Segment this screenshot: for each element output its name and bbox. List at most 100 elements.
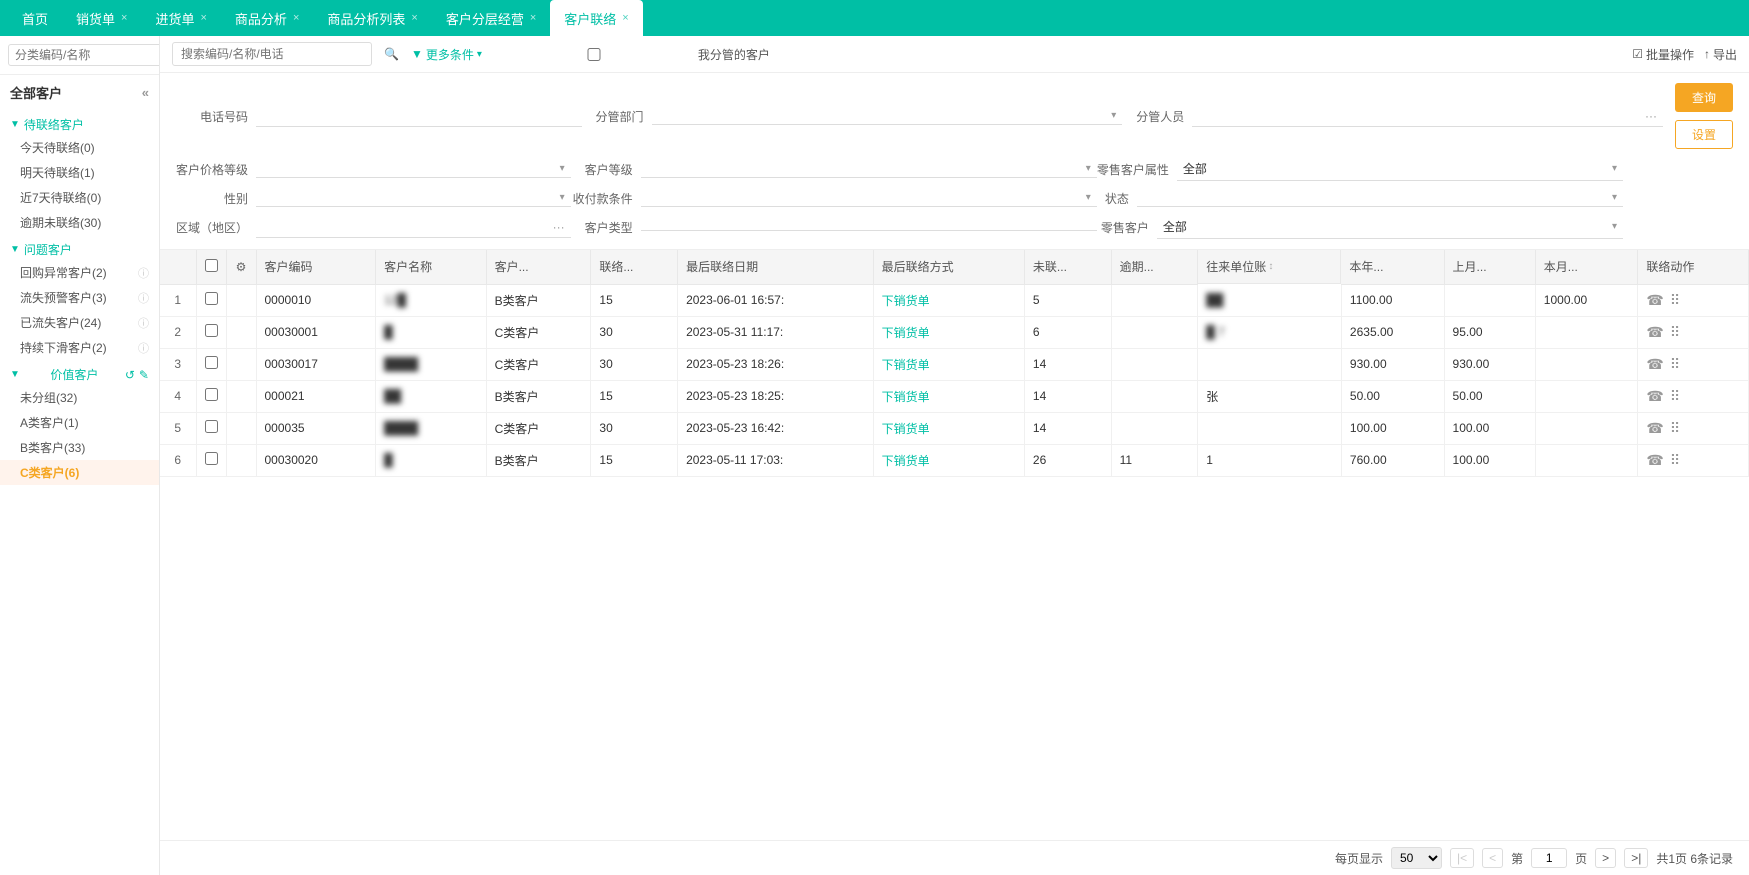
cell-current-month	[1535, 412, 1638, 444]
search-button[interactable]: 🔍	[384, 47, 399, 61]
cell-last-month: 100.00	[1444, 444, 1535, 476]
sidebar-search-input[interactable]	[8, 44, 160, 66]
contact-method-link[interactable]: 下销货单	[882, 390, 930, 404]
close-customer-contact-icon[interactable]: ×	[622, 12, 628, 24]
payment-select[interactable]: ▾	[641, 189, 1097, 207]
region-select[interactable]: ···	[256, 217, 571, 238]
row-checkbox[interactable]	[205, 292, 218, 305]
more-action-icon[interactable]: ⠿	[1670, 324, 1680, 341]
contact-method-link[interactable]: 下销货单	[882, 454, 930, 468]
my-customers-checkbox[interactable]: 我分管的客户	[494, 46, 770, 63]
sidebar-item-class-a[interactable]: A类客户(1)	[0, 410, 159, 435]
contact-method-link[interactable]: 下销货单	[882, 422, 930, 436]
nav-product-analysis-list[interactable]: 商品分析列表 ×	[313, 0, 431, 36]
collapse-icon[interactable]: «	[142, 85, 149, 100]
nav-purchase[interactable]: 进货单 ×	[141, 0, 220, 36]
phone-action-icon[interactable]: ☎	[1646, 292, 1663, 309]
nav-sales[interactable]: 销货单 ×	[62, 0, 141, 36]
close-product-analysis-icon[interactable]: ×	[293, 12, 299, 24]
phone-action-icon[interactable]: ☎	[1646, 388, 1663, 405]
sidebar-item-class-c[interactable]: C类客户(6)	[0, 460, 159, 485]
last-page-btn[interactable]: >|	[1624, 848, 1648, 868]
sidebar-item-overdue[interactable]: 逾期未联络(30)	[0, 210, 159, 235]
cell-name: █	[376, 444, 486, 476]
sidebar-item-tomorrow[interactable]: 明天待联络(1)	[0, 160, 159, 185]
sidebar-all-customers[interactable]: 全部客户 «	[0, 75, 159, 110]
row-checkbox[interactable]	[205, 388, 218, 401]
cell-type: C类客户	[486, 348, 591, 380]
status-select[interactable]: ▾	[1137, 189, 1623, 207]
sidebar-item-7days[interactable]: 近7天待联络(0)	[0, 185, 159, 210]
customer-type-select[interactable]	[641, 224, 1097, 231]
sidebar-item-churned[interactable]: 已流失客户(24) ⓘ	[0, 310, 159, 335]
retail-attr-select[interactable]: 全部 ▾	[1177, 157, 1623, 181]
nav-home[interactable]: 首页	[8, 0, 62, 36]
row-checkbox[interactable]	[205, 324, 218, 337]
prev-page-btn[interactable]: <	[1482, 848, 1503, 868]
cell-contact: 15	[591, 380, 678, 412]
sidebar-item-repurchase-abnormal[interactable]: 回购异常客户(2) ⓘ	[0, 260, 159, 285]
more-action-icon[interactable]: ⠿	[1670, 420, 1680, 437]
row-checkbox[interactable]	[205, 420, 218, 433]
close-purchase-icon[interactable]: ×	[200, 12, 206, 24]
my-customers-check[interactable]	[494, 48, 694, 61]
cell-uncontacted: 6	[1024, 316, 1111, 348]
sidebar-item-today[interactable]: 今天待联络(0)	[0, 135, 159, 160]
phone-action-icon[interactable]: ☎	[1646, 420, 1663, 437]
cell-type: C类客户	[486, 316, 591, 348]
phone-action-icon[interactable]: ☎	[1646, 356, 1663, 373]
row-checkbox[interactable]	[205, 452, 218, 465]
nav-customer-contact[interactable]: 客户联络 ×	[550, 0, 642, 36]
dept-select[interactable]: ▾	[652, 107, 1123, 125]
more-action-icon[interactable]: ⠿	[1670, 292, 1680, 309]
cell-type: B类客户	[486, 284, 591, 316]
settings-button[interactable]: 设置	[1675, 120, 1733, 149]
sidebar-item-declining[interactable]: 持续下滑客户(2) ⓘ	[0, 335, 159, 360]
more-conditions-btn[interactable]: ▼ 更多条件 ▾	[411, 46, 482, 63]
row-checkbox[interactable]	[205, 356, 218, 369]
sidebar-item-class-b[interactable]: B类客户(33)	[0, 435, 159, 460]
more-action-icon[interactable]: ⠿	[1670, 388, 1680, 405]
edit-icon[interactable]: ✎	[139, 368, 149, 382]
cell-name: ████	[376, 348, 486, 380]
th-last-contact-date: 最后联络日期	[678, 250, 874, 284]
per-page-select[interactable]: 50 100 200	[1391, 847, 1442, 869]
batch-operation-btn[interactable]: ☑ 批量操作	[1632, 46, 1694, 63]
column-settings-icon[interactable]: ⚙	[236, 260, 247, 274]
phone-action-icon[interactable]: ☎	[1646, 452, 1663, 469]
sidebar-item-churn-warning[interactable]: 流失预警客户(3) ⓘ	[0, 285, 159, 310]
close-sales-icon[interactable]: ×	[121, 12, 127, 24]
close-customer-tier-icon[interactable]: ×	[530, 12, 536, 24]
th-current-month: 本月...	[1535, 250, 1638, 284]
close-product-analysis-list-icon[interactable]: ×	[411, 12, 417, 24]
phone-input[interactable]	[256, 106, 582, 127]
contact-method-link[interactable]: 下销货单	[882, 294, 930, 308]
retail-customer-select[interactable]: 全部 ▾	[1157, 215, 1623, 239]
more-action-icon[interactable]: ⠿	[1670, 452, 1680, 469]
dots-manager[interactable]: ···	[1645, 109, 1657, 123]
sidebar-item-ungrouped[interactable]: 未分组(32)	[0, 385, 159, 410]
next-page-btn[interactable]: >	[1595, 848, 1616, 868]
phone-action-icon[interactable]: ☎	[1646, 324, 1663, 341]
th-gear[interactable]: ⚙	[226, 250, 256, 284]
page-number-input[interactable]	[1531, 848, 1567, 868]
gender-select[interactable]: ▾	[256, 189, 571, 207]
nav-customer-tier[interactable]: 客户分层经营 ×	[432, 0, 550, 36]
nav-product-analysis[interactable]: 商品分析 ×	[221, 0, 313, 36]
manager-select[interactable]: ···	[1192, 106, 1663, 127]
contact-method-link[interactable]: 下销货单	[882, 326, 930, 340]
select-all-checkbox[interactable]	[205, 259, 218, 272]
first-page-btn[interactable]: |<	[1450, 848, 1474, 868]
more-action-icon[interactable]: ⠿	[1670, 356, 1680, 373]
dots-region[interactable]: ···	[553, 220, 565, 234]
cell-checkbox	[196, 412, 226, 444]
contact-method-link[interactable]: 下销货单	[882, 358, 930, 372]
search-input[interactable]	[172, 42, 372, 66]
export-btn[interactable]: ↑ 导出	[1704, 46, 1737, 63]
cell-unit-balance	[1198, 412, 1342, 444]
refresh-icon[interactable]: ↺	[125, 368, 135, 382]
customer-level-select[interactable]: ▾	[641, 160, 1097, 178]
customer-value-select[interactable]: ▾	[256, 160, 571, 178]
query-button[interactable]: 查询	[1675, 83, 1733, 112]
cell-last-month: 100.00	[1444, 412, 1535, 444]
